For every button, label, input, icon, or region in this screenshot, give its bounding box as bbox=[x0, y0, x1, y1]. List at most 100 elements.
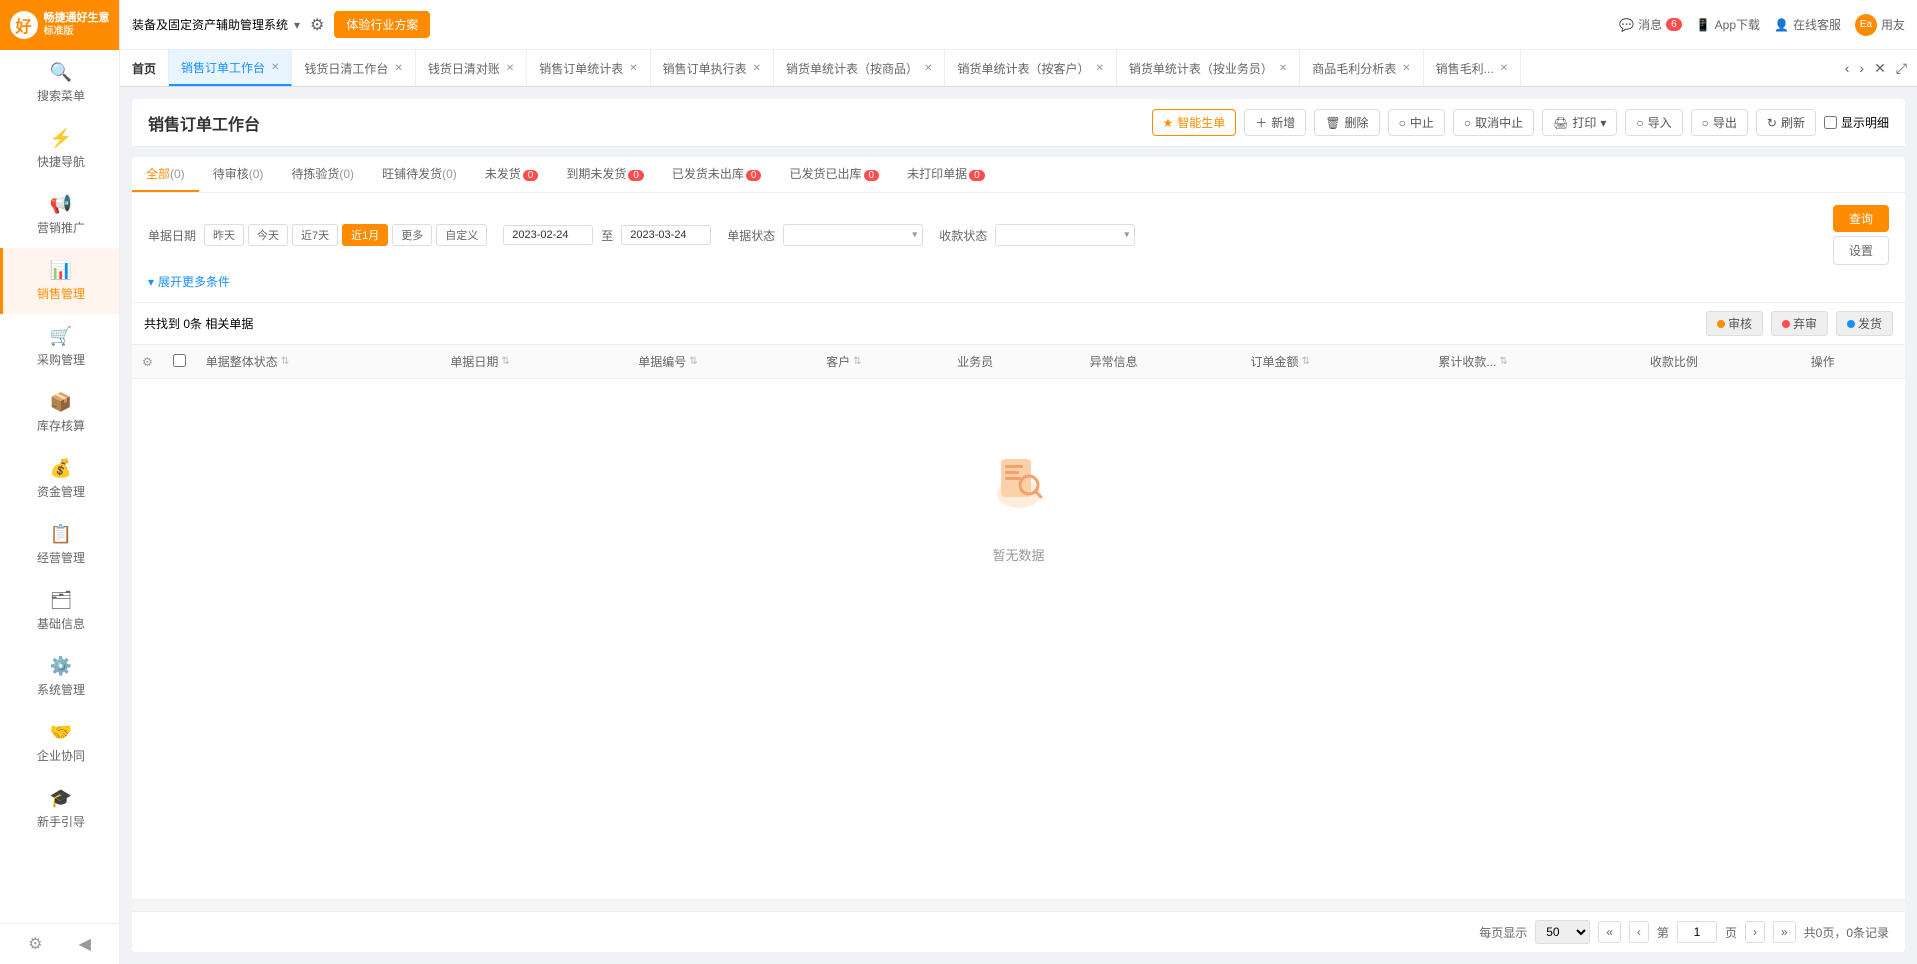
topbar-dropdown-icon[interactable]: ▾ bbox=[294, 18, 300, 32]
tab-sales-stat[interactable]: 销售订单统计表 ✕ bbox=[527, 50, 650, 86]
tab-sales-summary-product[interactable]: 销货单统计表（按商品） ✕ bbox=[774, 50, 945, 86]
filter-tab-shipped-out[interactable]: 已发货已出库0 bbox=[775, 157, 893, 192]
tab-nav-prev[interactable]: ‹ bbox=[1841, 58, 1854, 78]
date-from-input[interactable] bbox=[503, 225, 593, 245]
topbar-gear-icon[interactable]: ⚙ bbox=[310, 15, 324, 35]
filter-tab-unshipped[interactable]: 未发货0 bbox=[471, 157, 553, 192]
filter-tab-shipped-not-out[interactable]: 已发货未出库0 bbox=[658, 157, 776, 192]
filter-tab-unprinted[interactable]: 未打印单据0 bbox=[893, 157, 999, 192]
tab-sales-exec-close[interactable]: ✕ bbox=[753, 63, 761, 74]
sidebar-item-system[interactable]: ⚙️ 系统管理 bbox=[0, 644, 119, 710]
tab-sales-summary-product-close[interactable]: ✕ bbox=[924, 63, 932, 74]
date-btn-today[interactable]: 今天 bbox=[248, 224, 288, 246]
sort-amount[interactable]: 订单金额 ⇅ bbox=[1251, 353, 1419, 370]
tab-sales-summary-customer[interactable]: 销货单统计表（按客户） ✕ bbox=[945, 50, 1116, 86]
delete-button[interactable]: 🗑 删除 bbox=[1314, 109, 1379, 136]
add-button[interactable]: ＋ 新增 bbox=[1244, 109, 1306, 136]
sidebar-item-sales[interactable]: 📊 销售管理 bbox=[0, 248, 119, 314]
online-service-item[interactable]: 👤 在线客服 bbox=[1774, 16, 1841, 33]
sidebar-item-guide[interactable]: 🎓 新手引导 bbox=[0, 776, 119, 842]
tab-cash-reconcile-close[interactable]: ✕ bbox=[506, 63, 514, 74]
filter-tab-pending-review[interactable]: 待审核(0) bbox=[199, 157, 278, 192]
filter-tab-all[interactable]: 全部(0) bbox=[132, 157, 199, 192]
sort-customer[interactable]: 客户 ⇅ bbox=[826, 353, 937, 370]
page-number-input[interactable] bbox=[1677, 921, 1717, 943]
first-page-btn[interactable]: « bbox=[1598, 921, 1621, 943]
date-to-input[interactable] bbox=[621, 225, 711, 245]
date-btn-more[interactable]: 更多 bbox=[392, 224, 432, 246]
sort-abnormal[interactable]: 异常信息 bbox=[1090, 353, 1231, 370]
tab-sales-workbench-close[interactable]: ✕ bbox=[271, 62, 279, 73]
date-btn-custom[interactable]: 自定义 bbox=[436, 224, 487, 246]
trial-button[interactable]: 体验行业方案 bbox=[334, 11, 430, 38]
tab-maximize[interactable]: ⤢ bbox=[1892, 58, 1911, 79]
status-select[interactable] bbox=[783, 224, 923, 246]
ship-button[interactable]: 发货 bbox=[1836, 311, 1893, 336]
payment-select[interactable] bbox=[995, 224, 1135, 246]
user-item[interactable]: Ea 用友 bbox=[1855, 14, 1905, 36]
tab-cash-daily-close[interactable]: ✕ bbox=[394, 63, 402, 74]
date-btn-1month[interactable]: 近1月 bbox=[342, 224, 388, 246]
next-page-btn[interactable]: › bbox=[1745, 921, 1765, 943]
column-gear-icon[interactable]: ⚙ bbox=[142, 355, 153, 369]
sidebar-item-finance[interactable]: 💰 资金管理 bbox=[0, 446, 119, 512]
tab-margin[interactable]: 商品毛利分析表 ✕ bbox=[1300, 50, 1423, 86]
tab-nav-next[interactable]: › bbox=[1855, 58, 1868, 78]
export-button[interactable]: ○ 导出 bbox=[1691, 109, 1748, 136]
sidebar-item-cooperation[interactable]: 🤝 企业协同 bbox=[0, 710, 119, 776]
sort-collected[interactable]: 累计收款... ⇅ bbox=[1438, 353, 1630, 370]
refresh-button[interactable]: ↻ 刷新 bbox=[1756, 109, 1816, 136]
date-btn-yesterday[interactable]: 昨天 bbox=[204, 224, 244, 246]
collapse-icon[interactable]: ◀ bbox=[79, 934, 91, 954]
sidebar-item-marketing[interactable]: 📢 营销推广 bbox=[0, 182, 119, 248]
settings-bottom-icon[interactable]: ⚙ bbox=[28, 934, 42, 954]
date-btn-7days[interactable]: 近7天 bbox=[292, 224, 338, 246]
print-button[interactable]: 🖨 打印 ▾ bbox=[1542, 109, 1617, 136]
filter-tab-expired-unshipped[interactable]: 到期未发货0 bbox=[552, 157, 658, 192]
expand-button[interactable]: ▾ 展开更多条件 bbox=[148, 273, 1889, 290]
smart-create-button[interactable]: ★ 智能生单 bbox=[1152, 109, 1237, 136]
per-page-select[interactable]: 50 100 200 bbox=[1535, 920, 1590, 944]
filter-tab-pending-inspect[interactable]: 待拣验货(0) bbox=[277, 157, 368, 192]
sort-status[interactable]: 单据整体状态 ⇅ bbox=[206, 353, 431, 370]
column-checkbox[interactable] bbox=[163, 345, 196, 379]
tab-margin-close[interactable]: ✕ bbox=[1402, 63, 1410, 74]
import-button[interactable]: ○ 导入 bbox=[1625, 109, 1682, 136]
sidebar-item-purchase[interactable]: 🛒 采购管理 bbox=[0, 314, 119, 380]
prev-page-btn[interactable]: ‹ bbox=[1629, 921, 1649, 943]
tab-sales-summary-customer-close[interactable]: ✕ bbox=[1095, 63, 1103, 74]
horizontal-scrollbar[interactable] bbox=[132, 899, 1905, 911]
sidebar-item-search[interactable]: 🔍 搜索菜单 bbox=[0, 50, 119, 116]
message-item[interactable]: 💬 消息 6 bbox=[1619, 16, 1682, 33]
tab-sales-stat-close[interactable]: ✕ bbox=[629, 63, 637, 74]
last-page-btn[interactable]: » bbox=[1773, 921, 1796, 943]
show-detail-checkbox[interactable] bbox=[1824, 116, 1837, 129]
tab-cash-reconcile[interactable]: 钱货日清对账 ✕ bbox=[416, 50, 527, 86]
select-all-checkbox[interactable] bbox=[173, 354, 186, 367]
sidebar-item-inventory[interactable]: 📦 库存核算 bbox=[0, 380, 119, 446]
setting-button[interactable]: 设置 bbox=[1833, 236, 1889, 265]
tab-close-all[interactable]: ✕ bbox=[1870, 58, 1890, 79]
tab-cash-daily[interactable]: 钱货日清工作台 ✕ bbox=[292, 50, 415, 86]
filter-tab-wangpu-ship[interactable]: 旺铺待发货(0) bbox=[368, 157, 471, 192]
query-button[interactable]: 查询 bbox=[1833, 205, 1889, 232]
sidebar-item-basic[interactable]: 🗂 基础信息 bbox=[0, 578, 119, 644]
sort-date[interactable]: 单据日期 ⇅ bbox=[450, 353, 618, 370]
tab-sales-workbench[interactable]: 销售订单工作台 ✕ bbox=[169, 50, 292, 86]
sidebar-item-operations[interactable]: 📋 经营管理 bbox=[0, 512, 119, 578]
app-download-item[interactable]: 📱 App下载 bbox=[1696, 16, 1760, 33]
column-settings[interactable]: ⚙ bbox=[132, 345, 163, 379]
stop-button[interactable]: ○ 中止 bbox=[1388, 109, 1445, 136]
sort-staff[interactable]: 业务员 bbox=[957, 353, 1070, 370]
cancel-stop-button[interactable]: ○ 取消中止 bbox=[1453, 109, 1534, 136]
tab-home[interactable]: 首页 bbox=[120, 50, 169, 86]
sort-number[interactable]: 单据编号 ⇅ bbox=[638, 353, 806, 370]
tab-sales-exec[interactable]: 销售订单执行表 ✕ bbox=[651, 50, 774, 86]
tab-sales-summary-staff[interactable]: 销货单统计表（按业务员） ✕ bbox=[1117, 50, 1300, 86]
sidebar-item-quicknav[interactable]: ⚡ 快捷导航 bbox=[0, 116, 119, 182]
tab-sales-summary-staff-close[interactable]: ✕ bbox=[1279, 63, 1287, 74]
review-button[interactable]: 审核 bbox=[1706, 311, 1763, 336]
tab-sales-more-close[interactable]: ✕ bbox=[1500, 63, 1508, 74]
tab-sales-more[interactable]: 销售毛利... ✕ bbox=[1424, 50, 1521, 86]
show-detail-label[interactable]: 显示明细 bbox=[1824, 114, 1889, 131]
